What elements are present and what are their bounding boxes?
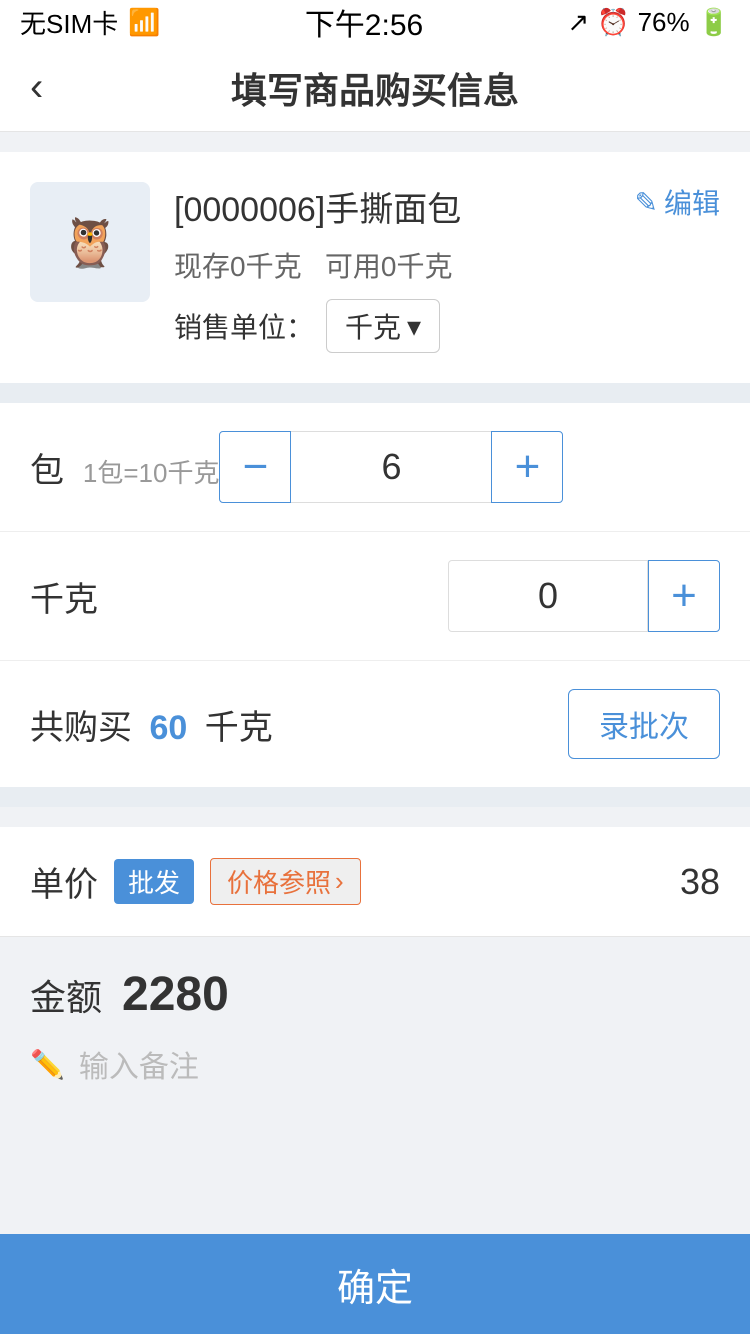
amount-row: 金额 2280	[30, 967, 720, 1022]
bottom-spacer	[0, 1116, 750, 1216]
available-label: 可用0千克	[325, 251, 453, 282]
amount-label: 金额	[30, 969, 102, 1021]
page-title: 填写商品购买信息	[231, 62, 519, 114]
unit-select[interactable]: 千克 ▾	[326, 299, 440, 353]
summary-prefix: 共购买	[30, 709, 132, 747]
battery-level: 76%	[638, 7, 690, 38]
price-row: 单价 批发 价格参照 › 38	[30, 857, 720, 906]
package-input-section: 包 1包=10千克 − + 千克 + 共购买 60 千克 录批次	[0, 403, 750, 787]
kilogram-stepper: +	[448, 560, 720, 632]
confirm-button[interactable]: 确定	[0, 1234, 750, 1334]
price-section: 单价 批发 价格参照 › 38	[0, 827, 750, 936]
nav-bar: ‹ 填写商品购买信息	[0, 44, 750, 132]
product-unit-row: 销售单位： 千克 ▾	[174, 299, 720, 353]
status-time: 下午2:56	[305, 0, 423, 44]
dropdown-arrow-icon: ▾	[407, 310, 421, 343]
alarm-icon: ⏰	[597, 7, 629, 38]
price-ref-label: 价格参照	[227, 863, 331, 900]
amount-value: 2280	[122, 967, 229, 1022]
kilogram-increment-button[interactable]: +	[648, 560, 720, 632]
package-decrement-button[interactable]: −	[219, 431, 291, 503]
back-button[interactable]: ‹	[30, 65, 43, 110]
product-image: 🦉	[30, 182, 150, 302]
price-value: 38	[680, 861, 720, 903]
edit-button[interactable]: ✎ 编辑	[635, 182, 720, 222]
location-icon: ↗	[567, 7, 589, 38]
section-divider-1	[0, 383, 750, 403]
product-stock: 现存0千克 可用0千克	[174, 245, 720, 285]
package-label: 包	[30, 452, 64, 490]
wifi-icon: 📶	[128, 7, 160, 38]
section-divider-2	[0, 787, 750, 807]
kilogram-input[interactable]	[448, 560, 648, 632]
product-card: 🦉 [0000006]手撕面包 现存0千克 可用0千克 销售单位： 千克 ▾ ✎…	[0, 152, 750, 383]
amount-section: 金额 2280 ✏️ 输入备注	[0, 936, 750, 1116]
status-left: 无SIM卡 📶	[20, 4, 161, 41]
edit-icon: ✎	[635, 186, 658, 219]
product-title: 手撕面包	[325, 191, 461, 229]
summary-quantity: 60	[149, 709, 187, 747]
remark-placeholder[interactable]: 输入备注	[79, 1042, 199, 1086]
unit-value: 千克	[345, 306, 401, 346]
package-stepper: − +	[219, 431, 563, 503]
price-label: 单价	[30, 857, 98, 906]
package-increment-button[interactable]: +	[491, 431, 563, 503]
batch-button[interactable]: 录批次	[568, 689, 720, 759]
edit-label: 编辑	[664, 182, 720, 222]
product-logo-icon: 🦉	[60, 214, 120, 271]
status-right: ↗ ⏰ 76% 🔋	[567, 7, 730, 38]
kilogram-label: 千克	[30, 572, 448, 621]
package-input[interactable]	[291, 431, 491, 503]
package-hint: 1包=10千克	[83, 458, 220, 488]
summary-unit: 千克	[205, 709, 273, 747]
remark-pencil-icon: ✏️	[30, 1048, 65, 1081]
price-tag: 批发	[114, 859, 194, 904]
product-id: [0000006]	[174, 191, 325, 229]
package-label-group: 包 1包=10千克	[30, 443, 219, 492]
price-ref-button[interactable]: 价格参照 ›	[210, 858, 361, 905]
battery-icon: 🔋	[698, 7, 730, 38]
remark-row[interactable]: ✏️ 输入备注	[30, 1042, 720, 1086]
summary-row: 共购买 60 千克 录批次	[0, 661, 750, 787]
stock-label: 现存0千克	[174, 251, 302, 282]
summary-text: 共购买 60 千克	[30, 700, 273, 749]
unit-label: 销售单位：	[174, 306, 314, 346]
kilogram-input-row: 千克 +	[0, 532, 750, 661]
carrier-label: 无SIM卡	[20, 4, 118, 41]
status-bar: 无SIM卡 📶 下午2:56 ↗ ⏰ 76% 🔋	[0, 0, 750, 44]
package-input-row: 包 1包=10千克 − +	[0, 403, 750, 532]
price-ref-arrow-icon: ›	[335, 866, 344, 897]
